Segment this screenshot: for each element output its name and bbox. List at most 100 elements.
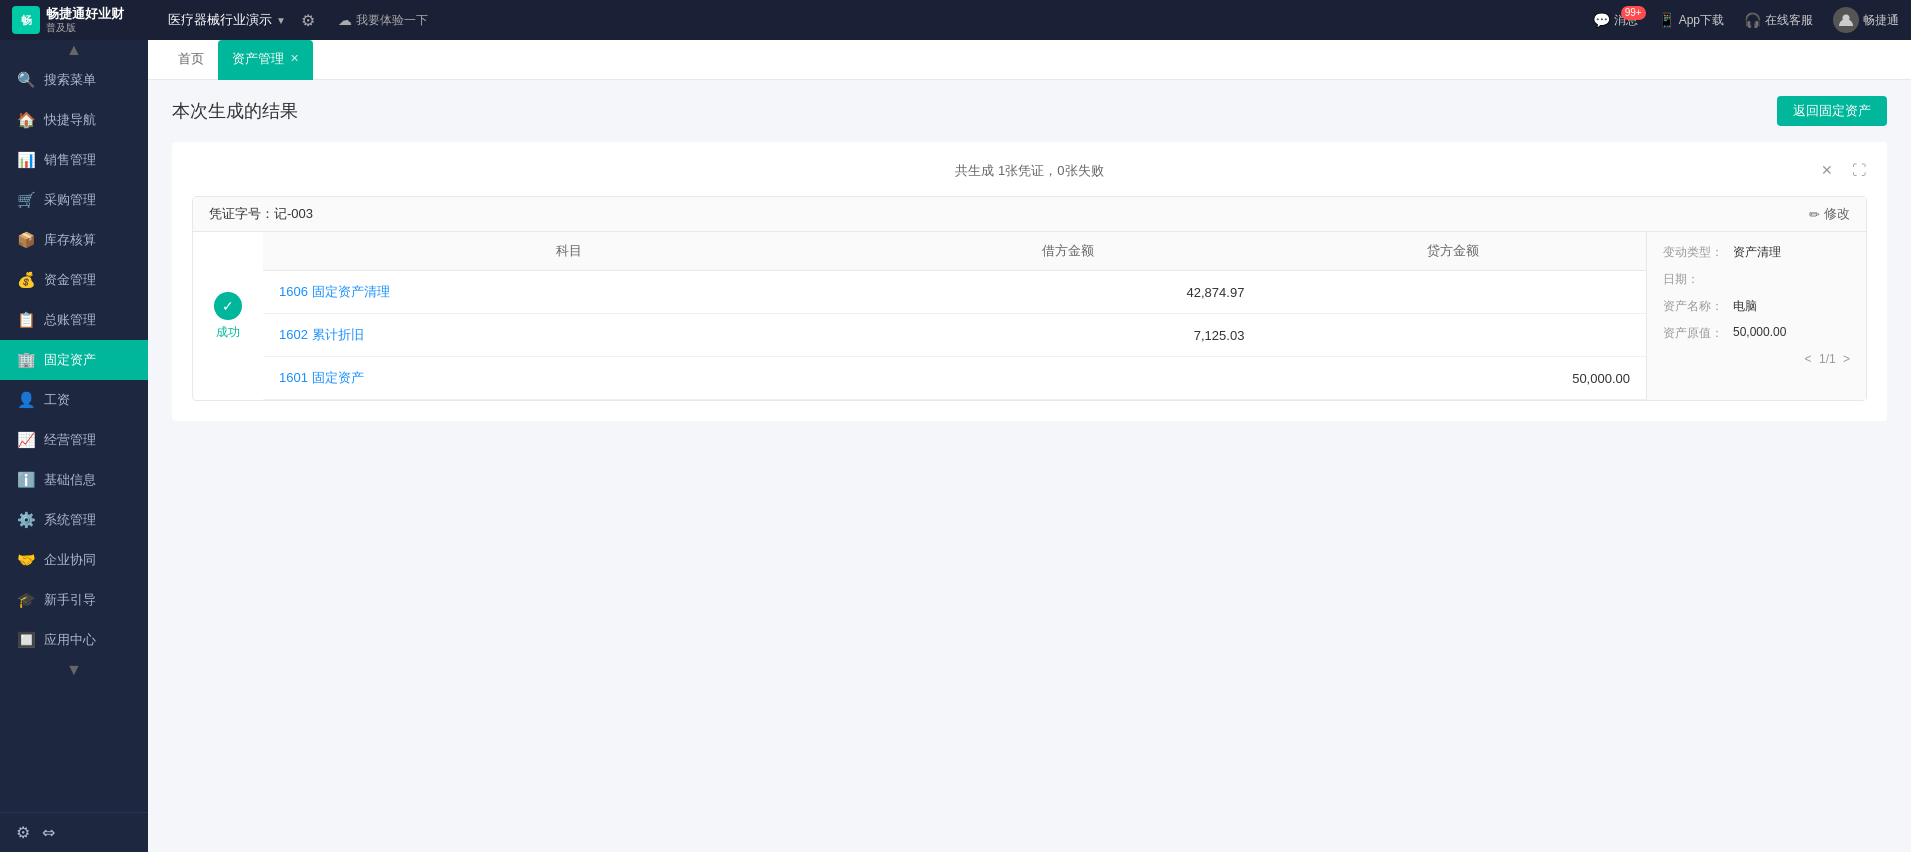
messages-button[interactable]: 💬 消息 99 xyxy=(1593,12,1638,29)
app-download-button[interactable]: 📱 App下载 xyxy=(1658,12,1724,29)
sidebar-item-enterprise[interactable]: 🤝 企业协同 xyxy=(0,540,148,580)
sidebar-item-payroll[interactable]: 👤 工资 xyxy=(0,380,148,420)
subject-1601: 1601 固定资产 xyxy=(263,357,875,400)
sidebar-item-search[interactable]: 🔍 搜索菜单 xyxy=(0,60,148,100)
tab-bar: 首页 资产管理 ✕ xyxy=(148,40,1911,80)
sidebar-item-sales[interactable]: 📊 销售管理 xyxy=(0,140,148,180)
table-row: 1601 固定资产 50,000.00 xyxy=(263,357,1646,400)
management-icon: 📈 xyxy=(16,430,36,450)
change-type-value: 资产清理 xyxy=(1733,244,1781,261)
cloud-icon: ☁ xyxy=(338,12,352,28)
app-center-icon: 🔲 xyxy=(16,630,36,650)
purchase-icon: 🛒 xyxy=(16,190,36,210)
debit-1601 xyxy=(875,357,1261,400)
logo-sub: 普及版 xyxy=(46,22,124,34)
tab-asset-mgmt-label: 资产管理 xyxy=(232,50,284,68)
expand-icon: ⛶ xyxy=(1852,162,1866,178)
sidebar-item-system[interactable]: ⚙️ 系统管理 xyxy=(0,500,148,540)
edit-label: 修改 xyxy=(1824,205,1850,223)
ledger-icon: 📋 xyxy=(16,310,36,330)
page-content: 本次生成的结果 返回固定资产 共生成 1张凭证，0张失败 凭证字号：记-003 … xyxy=(148,80,1911,852)
page-info: 1/1 xyxy=(1819,352,1836,366)
message-icon: 💬 xyxy=(1593,12,1610,28)
topbar: 畅 畅捷通好业财 普及版 医疗器械行业演示 ▼ ⚙ ☁ 我要体验一下 💬 消息 … xyxy=(0,0,1911,40)
col-credit: 贷方金额 xyxy=(1260,232,1646,271)
debit-1602: 7,125.03 xyxy=(875,314,1261,357)
experience-label: 我要体验一下 xyxy=(356,12,428,29)
sidebar-label-search: 搜索菜单 xyxy=(44,71,96,89)
sidebar-label-enterprise: 企业协同 xyxy=(44,551,96,569)
messages-badge: 99 xyxy=(1621,6,1646,20)
close-panel-button[interactable]: ✕ xyxy=(1815,158,1839,182)
sidebar-label-quicknav: 快捷导航 xyxy=(44,111,96,129)
prev-page-icon[interactable]: < xyxy=(1805,352,1812,366)
user-menu-button[interactable]: 畅捷通 xyxy=(1833,7,1899,33)
sidebar: ▲ 🔍 搜索菜单 🏠 快捷导航 📊 销售管理 🛒 采购管理 📦 库存核算 💰 资… xyxy=(0,40,148,852)
headset-icon: 🎧 xyxy=(1744,12,1761,28)
sidebar-item-quicknav[interactable]: 🏠 快捷导航 xyxy=(0,100,148,140)
tab-close-icon[interactable]: ✕ xyxy=(290,52,299,65)
col-debit: 借方金额 xyxy=(875,232,1261,271)
user-label: 畅捷通 xyxy=(1863,12,1899,29)
sidebar-item-fixed-assets[interactable]: 🏢 固定资产 xyxy=(0,340,148,380)
success-circle-icon: ✓ xyxy=(214,292,242,320)
side-row-asset-value: 资产原值： 50,000.00 xyxy=(1663,325,1850,342)
settings-icon[interactable]: ⚙ xyxy=(294,6,322,34)
topbar-right: 💬 消息 99 📱 App下载 🎧 在线客服 畅捷通 xyxy=(1593,7,1899,33)
sidebar-label-sales: 销售管理 xyxy=(44,151,96,169)
edit-button[interactable]: ✏ 修改 xyxy=(1809,205,1850,223)
download-icon: 📱 xyxy=(1658,12,1675,28)
side-row-asset-name: 资产名称： 电脑 xyxy=(1663,298,1850,315)
sidebar-item-basic-info[interactable]: ℹ️ 基础信息 xyxy=(0,460,148,500)
chevron-down-icon: ▼ xyxy=(276,15,286,26)
sidebar-label-finance: 资金管理 xyxy=(44,271,96,289)
app-download-label: App下载 xyxy=(1679,12,1724,29)
sidebar-gear-icon[interactable]: ⚙ xyxy=(16,823,30,842)
sidebar-scroll-down[interactable]: ▼ xyxy=(0,660,148,680)
sidebar-bottom: ⚙ ⇔ xyxy=(0,812,148,852)
content-area: 首页 资产管理 ✕ 本次生成的结果 返回固定资产 共生成 1张凭证，0张失败 凭… xyxy=(148,40,1911,852)
sidebar-item-purchase[interactable]: 🛒 采购管理 xyxy=(0,180,148,220)
sidebar-label-ledger: 总账管理 xyxy=(44,311,96,329)
enterprise-icon: 🤝 xyxy=(16,550,36,570)
table-row: 1602 累计折旧 7,125.03 xyxy=(263,314,1646,357)
panel-controls: ✕ ⛶ xyxy=(1815,158,1871,182)
sidebar-item-ledger[interactable]: 📋 总账管理 xyxy=(0,300,148,340)
company-name: 医疗器械行业演示 xyxy=(168,11,272,29)
experience-button[interactable]: ☁ 我要体验一下 xyxy=(338,12,428,29)
sidebar-label-fixed-assets: 固定资产 xyxy=(44,351,96,369)
sidebar-label-guide: 新手引导 xyxy=(44,591,96,609)
sidebar-label-payroll: 工资 xyxy=(44,391,70,409)
col-subject: 科目 xyxy=(263,232,875,271)
sidebar-label-system: 系统管理 xyxy=(44,511,96,529)
sidebar-item-guide[interactable]: 🎓 新手引导 xyxy=(0,580,148,620)
sidebar-label-management: 经营管理 xyxy=(44,431,96,449)
company-selector[interactable]: 医疗器械行业演示 ▼ xyxy=(168,11,286,29)
tab-asset-mgmt[interactable]: 资产管理 ✕ xyxy=(218,40,313,80)
next-page-icon[interactable]: > xyxy=(1843,352,1850,366)
credit-1601: 50,000.00 xyxy=(1260,357,1646,400)
online-service-button[interactable]: 🎧 在线客服 xyxy=(1744,12,1813,29)
success-indicator: ✓ 成功 xyxy=(193,232,263,400)
tab-home[interactable]: 首页 xyxy=(164,40,218,80)
sidebar-label-inventory: 库存核算 xyxy=(44,231,96,249)
return-button[interactable]: 返回固定资产 xyxy=(1777,96,1887,126)
asset-value-value: 50,000.00 xyxy=(1733,325,1786,342)
result-summary: 共生成 1张凭证，0张失败 xyxy=(192,162,1867,180)
voucher-number: 凭证字号：记-003 xyxy=(209,205,313,223)
sidebar-scroll-up[interactable]: ▲ xyxy=(0,40,148,60)
sidebar-label-purchase: 采购管理 xyxy=(44,191,96,209)
sidebar-collapse-icon[interactable]: ⇔ xyxy=(42,823,55,842)
subject-1606: 1606 固定资产清理 xyxy=(263,271,875,314)
credit-1602 xyxy=(1260,314,1646,357)
expand-panel-button[interactable]: ⛶ xyxy=(1847,158,1871,182)
sidebar-item-management[interactable]: 📈 经营管理 xyxy=(0,420,148,460)
asset-value-label: 资产原值： xyxy=(1663,325,1733,342)
voucher-header: 凭证字号：记-003 ✏ 修改 xyxy=(193,197,1866,232)
sidebar-item-finance[interactable]: 💰 资金管理 xyxy=(0,260,148,300)
payroll-icon: 👤 xyxy=(16,390,36,410)
debit-1606: 42,874.97 xyxy=(875,271,1261,314)
sidebar-item-app-center[interactable]: 🔲 应用中心 xyxy=(0,620,148,660)
logo-icon: 畅 xyxy=(12,6,40,34)
sidebar-item-inventory[interactable]: 📦 库存核算 xyxy=(0,220,148,260)
